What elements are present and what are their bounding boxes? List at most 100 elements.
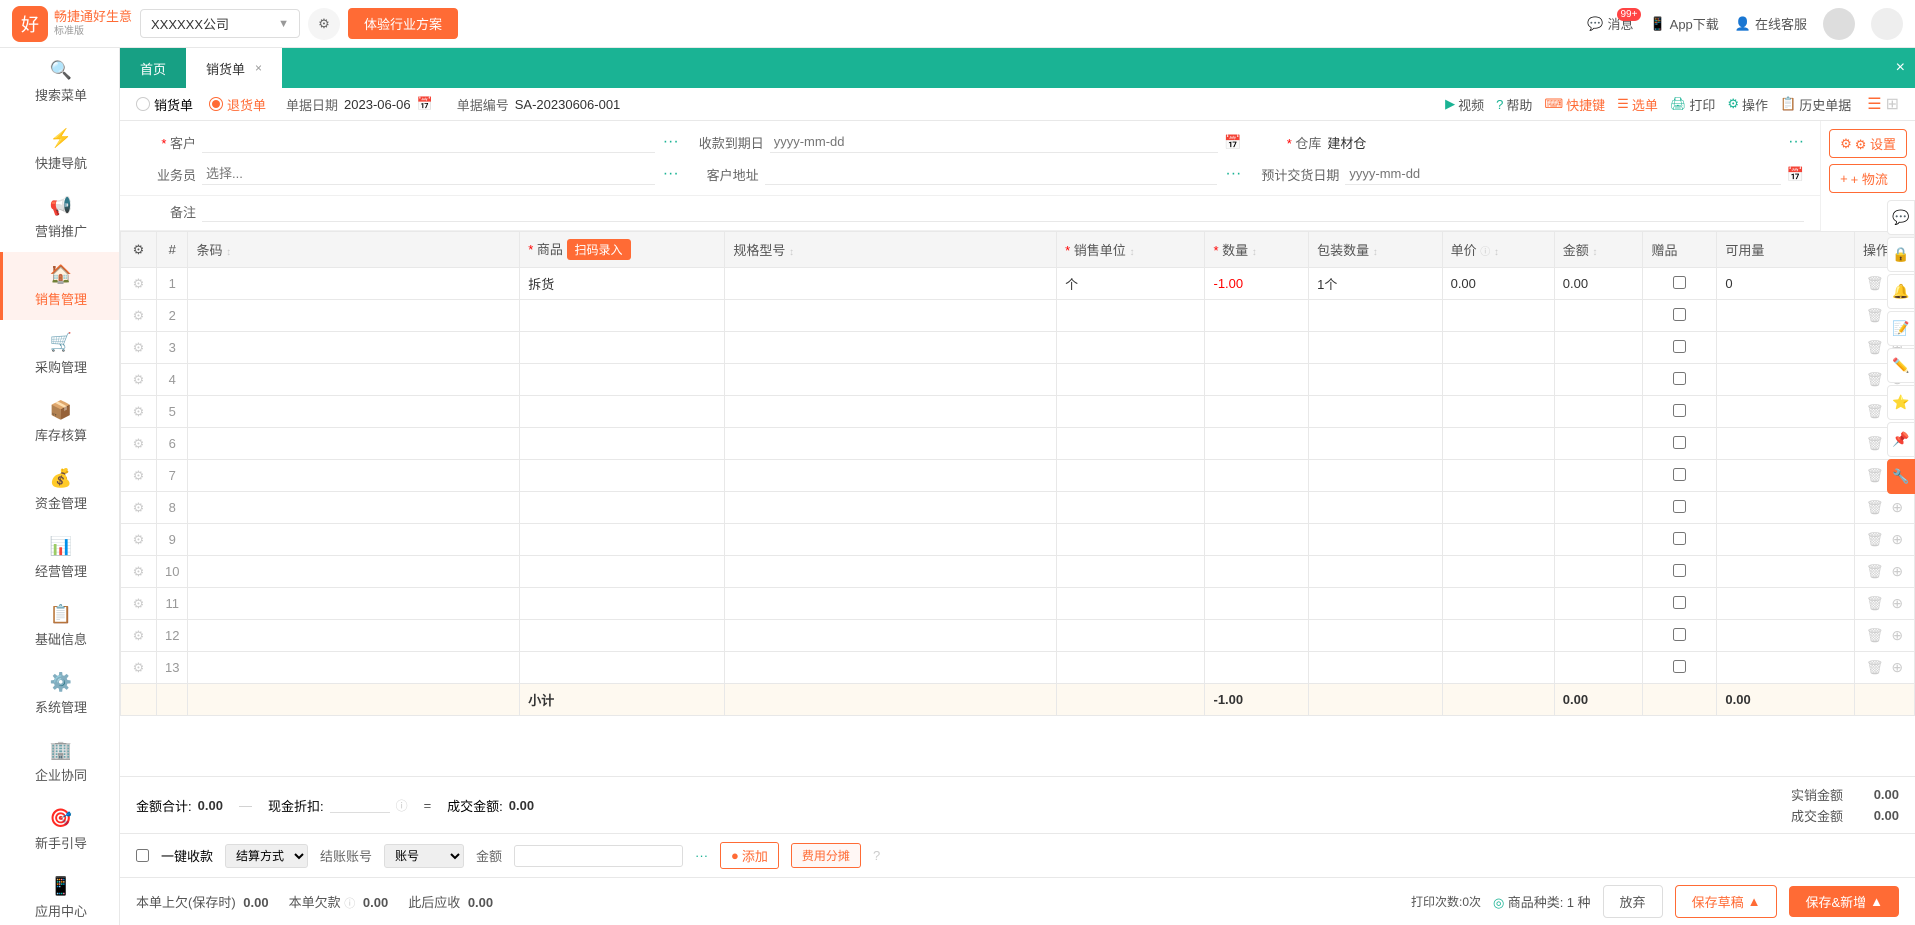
float-btn-6[interactable]: ⭐	[1887, 385, 1915, 420]
row-barcode[interactable]	[188, 556, 520, 588]
select-order-btn[interactable]: ☰ 选单	[1617, 95, 1658, 114]
salesperson-ellipsis[interactable]: ···	[663, 165, 679, 183]
sidebar-item-finance[interactable]: 💰 资金管理	[0, 456, 119, 524]
payment-method-select[interactable]: 结算方式	[225, 844, 308, 868]
note-input[interactable]	[202, 200, 1804, 222]
row-spec[interactable]	[725, 300, 1057, 332]
customer-input[interactable]	[202, 131, 655, 153]
save-draft-button[interactable]: 保存草稿 ▲	[1675, 885, 1778, 918]
row-settings[interactable]: ⚙	[121, 588, 157, 620]
amount-input[interactable]	[514, 845, 683, 867]
tab-close-icon[interactable]: ×	[255, 61, 262, 75]
avatar[interactable]	[1823, 8, 1855, 40]
delete-row-btn[interactable]: 🗑	[1866, 275, 1884, 291]
due-date-calendar-icon[interactable]: 📅	[1224, 134, 1241, 151]
row-price[interactable]	[1442, 652, 1554, 684]
row-spec[interactable]	[725, 396, 1057, 428]
operate-btn[interactable]: ⚙ 操作	[1727, 95, 1768, 114]
row-settings[interactable]: ⚙	[121, 556, 157, 588]
row-price[interactable]	[1442, 332, 1554, 364]
expected-date-input[interactable]	[1345, 163, 1780, 185]
online-service-btn[interactable]: 👤 在线客服	[1735, 14, 1807, 33]
sidebar-item-app-center[interactable]: 📱 应用中心	[0, 864, 119, 925]
sidebar-item-quick-nav[interactable]: ⚡ 快捷导航	[0, 116, 119, 184]
message-btn[interactable]: 💬 消息 99+	[1587, 14, 1633, 33]
row-settings[interactable]: ⚙	[121, 300, 157, 332]
row-settings[interactable]: ⚙	[121, 268, 157, 300]
trial-button[interactable]: 体验行业方案	[348, 8, 458, 39]
tab-home[interactable]: 首页	[120, 48, 186, 88]
row-gift[interactable]	[1643, 332, 1717, 364]
avatar2[interactable]	[1871, 8, 1903, 40]
delete-row-btn[interactable]: 🗑	[1866, 371, 1884, 387]
payment-ellipsis[interactable]: ···	[695, 848, 708, 863]
row-barcode[interactable]	[188, 300, 520, 332]
row-gift[interactable]	[1643, 300, 1717, 332]
due-date-input[interactable]	[770, 131, 1218, 153]
list-view-icon[interactable]: ☰	[1867, 94, 1881, 114]
row-price[interactable]	[1442, 396, 1554, 428]
row-spec[interactable]	[725, 620, 1057, 652]
row-price[interactable]	[1442, 428, 1554, 460]
row-spec[interactable]	[725, 492, 1057, 524]
row-gift[interactable]	[1643, 492, 1717, 524]
float-btn-1[interactable]: 💬	[1887, 200, 1915, 235]
float-btn-2[interactable]: 🔒	[1887, 237, 1915, 272]
row-barcode[interactable]	[188, 524, 520, 556]
row-spec[interactable]	[725, 556, 1057, 588]
history-btn[interactable]: 📋 历史单据	[1780, 95, 1851, 114]
row-qty[interactable]	[1205, 364, 1309, 396]
video-btn[interactable]: ▶ 视频	[1445, 95, 1484, 114]
scan-button[interactable]: 扫码录入	[567, 239, 631, 260]
sidebar-item-inventory[interactable]: 📦 库存核算	[0, 388, 119, 456]
radio-sales[interactable]: 销货单	[136, 95, 193, 114]
copy-row-btn[interactable]: ⊕	[1891, 499, 1903, 515]
row-qty[interactable]	[1205, 332, 1309, 364]
customer-ellipsis[interactable]: ···	[663, 133, 679, 151]
customer-address-ellipsis[interactable]: ···	[1225, 165, 1241, 183]
product-type-circle[interactable]: ◎	[1493, 895, 1504, 910]
sidebar-item-system[interactable]: ⚙️ 系统管理	[0, 660, 119, 728]
row-qty[interactable]	[1205, 396, 1309, 428]
row-price[interactable]	[1442, 620, 1554, 652]
row-settings[interactable]: ⚙	[121, 332, 157, 364]
row-barcode[interactable]	[188, 364, 520, 396]
save-new-button[interactable]: 保存&新增 ▲	[1789, 886, 1899, 917]
row-spec[interactable]	[725, 460, 1057, 492]
row-settings[interactable]: ⚙	[121, 460, 157, 492]
row-barcode[interactable]	[188, 396, 520, 428]
float-btn-5[interactable]: ✏️	[1887, 348, 1915, 383]
row-settings[interactable]: ⚙	[121, 620, 157, 652]
row-qty[interactable]	[1205, 620, 1309, 652]
float-btn-7[interactable]: 📌	[1887, 422, 1915, 457]
settings-btn[interactable]: ⚙	[308, 8, 340, 40]
row-spec[interactable]	[725, 588, 1057, 620]
discount-input[interactable]	[330, 797, 390, 813]
delete-row-btn[interactable]: 🗑	[1866, 307, 1884, 323]
row-barcode[interactable]	[188, 620, 520, 652]
th-settings[interactable]: ⚙	[121, 232, 157, 268]
radio-return[interactable]: 退货单	[209, 95, 266, 114]
row-price[interactable]	[1442, 492, 1554, 524]
row-spec[interactable]	[725, 364, 1057, 396]
row-price[interactable]	[1442, 588, 1554, 620]
app-download-btn[interactable]: 📱 App下载	[1649, 14, 1718, 33]
row-qty[interactable]	[1205, 460, 1309, 492]
row-qty[interactable]	[1205, 588, 1309, 620]
row-gift[interactable]	[1643, 620, 1717, 652]
sidebar-item-guide[interactable]: 🎯 新手引导	[0, 796, 119, 864]
sidebar-item-enterprise[interactable]: 🏢 企业协同	[0, 728, 119, 796]
sidebar-item-purchase[interactable]: 🛒 采购管理	[0, 320, 119, 388]
row-gift[interactable]	[1643, 428, 1717, 460]
row-gift[interactable]	[1643, 524, 1717, 556]
row-price[interactable]	[1442, 460, 1554, 492]
row-qty[interactable]	[1205, 652, 1309, 684]
row-spec[interactable]	[725, 332, 1057, 364]
copy-row-btn[interactable]: ⊕	[1891, 531, 1903, 547]
delete-row-btn[interactable]: 🗑	[1866, 531, 1884, 547]
delete-row-btn[interactable]: 🗑	[1866, 467, 1884, 483]
row-settings[interactable]: ⚙	[121, 396, 157, 428]
add-payment-btn[interactable]: ● 添加	[720, 842, 779, 869]
expense-btn[interactable]: 费用分摊	[791, 843, 861, 868]
copy-row-btn[interactable]: ⊕	[1891, 563, 1903, 579]
